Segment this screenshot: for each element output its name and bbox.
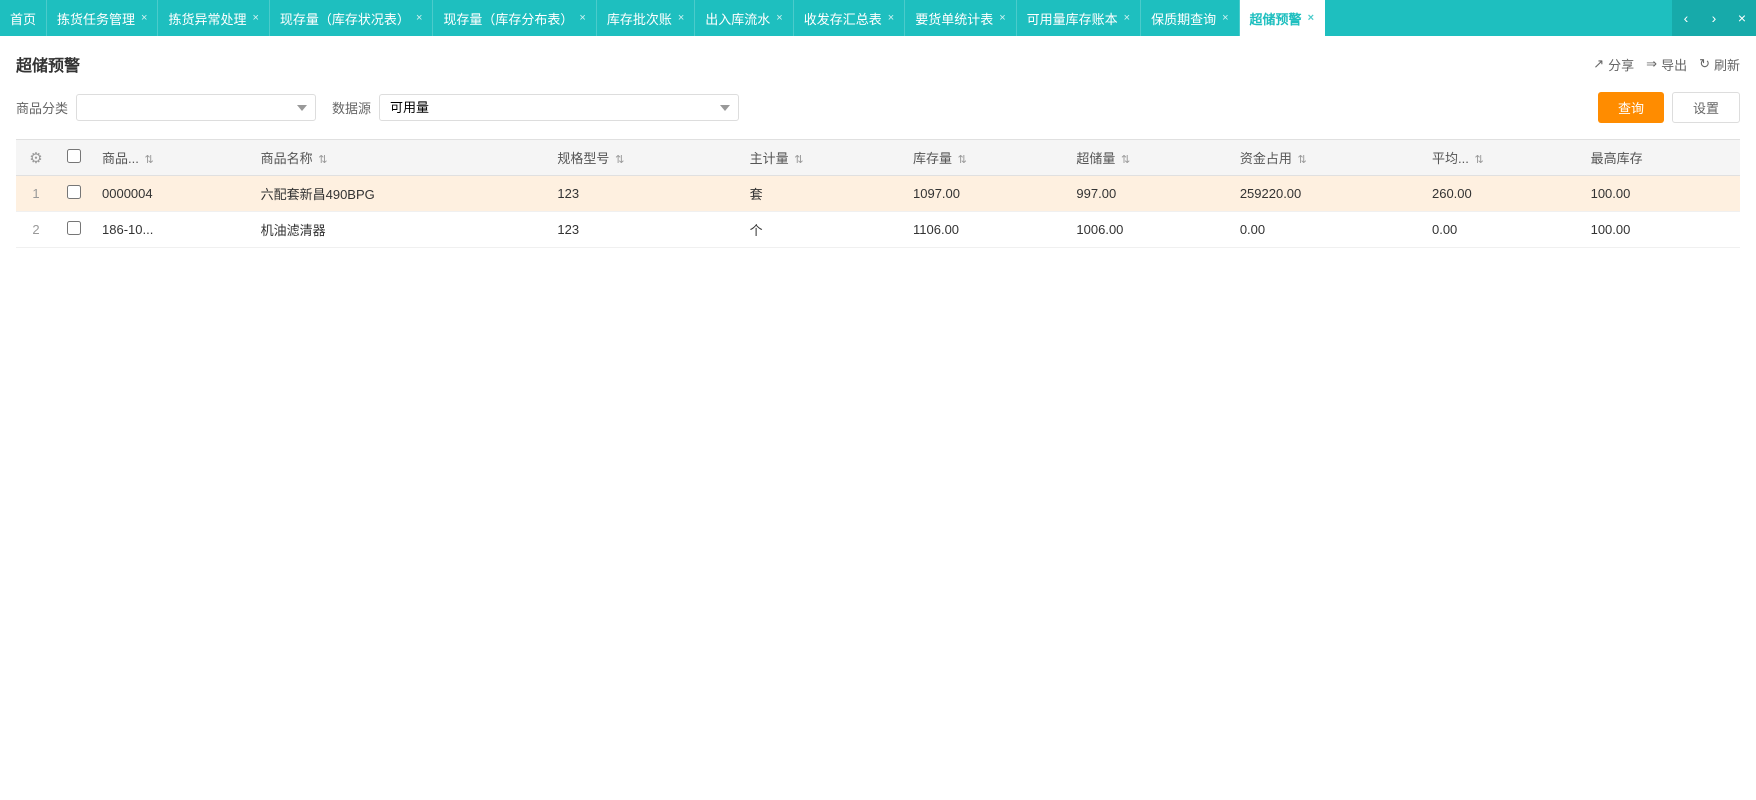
settings-button[interactable]: 设置 [1672, 92, 1740, 123]
table-row: 2 186-10... 机油滤清器 123 个 1106.00 1006.00 … [16, 212, 1740, 248]
row-num: 2 [16, 212, 56, 248]
tab-avail-stock[interactable]: 可用量库存账本 × [1017, 0, 1141, 36]
gear-icon[interactable]: ⚙ [29, 150, 42, 167]
close-icon[interactable]: × [1222, 12, 1228, 24]
close-icon[interactable]: × [1124, 12, 1130, 24]
query-button[interactable]: 查询 [1598, 92, 1664, 123]
sort-icon: ⇅ [1474, 154, 1483, 166]
header-actions: ↗ 分享 ⇒ 导出 ↻ 刷新 [1593, 55, 1740, 74]
tab-order-stat[interactable]: 要货单统计表 × [905, 0, 1016, 36]
cell-product-code: 0000004 [92, 176, 251, 212]
refresh-icon: ↻ [1699, 56, 1710, 72]
sort-icon: ⇅ [318, 154, 327, 166]
tab-overstock[interactable]: 超储预警 × [1240, 0, 1325, 36]
th-unit[interactable]: 主计量 ⇅ [740, 140, 903, 176]
th-product-name[interactable]: 商品名称 ⇅ [251, 140, 548, 176]
cell-stock: 1097.00 [903, 176, 1066, 212]
cell-avg: 260.00 [1422, 176, 1581, 212]
th-product-code[interactable]: 商品... ⇅ [92, 140, 251, 176]
th-overstock[interactable]: 超储量 ⇅ [1066, 140, 1229, 176]
close-icon[interactable]: × [999, 12, 1005, 24]
cell-spec: 123 [547, 212, 739, 248]
close-icon[interactable]: × [141, 12, 147, 24]
close-icon[interactable]: × [1308, 12, 1314, 24]
share-button[interactable]: ↗ 分享 [1593, 55, 1634, 74]
sort-icon: ⇅ [1297, 154, 1306, 166]
datasource-filter: 数据源 可用量 库存量 [332, 94, 739, 121]
close-icon[interactable]: × [579, 12, 585, 24]
cell-product-code: 186-10... [92, 212, 251, 248]
select-all-checkbox[interactable] [67, 149, 81, 163]
tab-batch[interactable]: 库存批次账 × [597, 0, 695, 36]
th-stock[interactable]: 库存量 ⇅ [903, 140, 1066, 176]
filter-actions: 查询 设置 [1598, 92, 1740, 123]
category-filter: 商品分类 [16, 94, 316, 121]
nav-next-button[interactable]: › [1700, 0, 1728, 36]
cell-capital: 0.00 [1230, 212, 1422, 248]
page-content: 超储预警 ↗ 分享 ⇒ 导出 ↻ 刷新 商品分类 数据源 [0, 36, 1756, 800]
cell-stock: 1106.00 [903, 212, 1066, 248]
data-table: ⚙ 商品... ⇅ 商品名称 ⇅ 规格型号 ⇅ 主计量 [16, 139, 1740, 248]
th-avg[interactable]: 平均... ⇅ [1422, 140, 1581, 176]
filter-bar: 商品分类 数据源 可用量 库存量 查询 设置 [16, 92, 1740, 123]
row-num: 1 [16, 176, 56, 212]
nav-arrows: ‹ › × [1672, 0, 1756, 36]
cell-overstock: 1006.00 [1066, 212, 1229, 248]
cell-max-stock: 100.00 [1581, 212, 1740, 248]
table-row: 1 0000004 六配套新昌490BPG 123 套 1097.00 997.… [16, 176, 1740, 212]
top-navigation: 首页 拣货任务管理 × 拣货异常处理 × 现存量（库存状况表） × 现存量（库存… [0, 0, 1756, 36]
export-icon: ⇒ [1646, 56, 1657, 72]
row-checkbox-cell [56, 176, 92, 212]
tab-expiry[interactable]: 保质期查询 × [1141, 0, 1239, 36]
th-capital[interactable]: 资金占用 ⇅ [1230, 140, 1422, 176]
row-checkbox[interactable] [67, 185, 81, 199]
th-checkbox [56, 140, 92, 176]
th-max-stock[interactable]: 最高库存 [1581, 140, 1740, 176]
tab-home[interactable]: 首页 [0, 0, 47, 36]
cell-spec: 123 [547, 176, 739, 212]
export-button[interactable]: ⇒ 导出 [1646, 55, 1687, 74]
th-settings: ⚙ [16, 140, 56, 176]
datasource-label: 数据源 [332, 98, 371, 117]
sort-icon: ⇅ [958, 154, 967, 166]
cell-avg: 0.00 [1422, 212, 1581, 248]
tab-task-mgmt[interactable]: 拣货任务管理 × [47, 0, 158, 36]
refresh-button[interactable]: ↻ 刷新 [1699, 55, 1740, 74]
cell-max-stock: 100.00 [1581, 176, 1740, 212]
page-header: 超储预警 ↗ 分享 ⇒ 导出 ↻ 刷新 [16, 52, 1740, 76]
tab-stock-dist[interactable]: 现存量（库存分布表） × [433, 0, 596, 36]
close-icon[interactable]: × [888, 12, 894, 24]
close-icon[interactable]: × [678, 12, 684, 24]
cell-product-name: 六配套新昌490BPG [251, 176, 548, 212]
cell-overstock: 997.00 [1066, 176, 1229, 212]
nav-close-button[interactable]: × [1728, 0, 1756, 36]
cell-unit: 个 [740, 212, 903, 248]
close-icon[interactable]: × [252, 12, 258, 24]
datasource-select[interactable]: 可用量 库存量 [379, 94, 739, 121]
sort-icon: ⇅ [794, 154, 803, 166]
category-label: 商品分类 [16, 98, 68, 117]
share-icon: ↗ [1593, 56, 1604, 72]
sort-icon: ⇅ [1121, 154, 1130, 166]
tab-abnormal[interactable]: 拣货异常处理 × [158, 0, 269, 36]
table-header: ⚙ 商品... ⇅ 商品名称 ⇅ 规格型号 ⇅ 主计量 [16, 140, 1740, 176]
cell-unit: 套 [740, 176, 903, 212]
sort-icon: ⇅ [144, 154, 153, 166]
row-checkbox[interactable] [67, 221, 81, 235]
tab-inout-flow[interactable]: 出入库流水 × [695, 0, 793, 36]
cell-capital: 259220.00 [1230, 176, 1422, 212]
row-checkbox-cell [56, 212, 92, 248]
close-icon[interactable]: × [776, 12, 782, 24]
table-body: 1 0000004 六配套新昌490BPG 123 套 1097.00 997.… [16, 176, 1740, 248]
category-select[interactable] [76, 94, 316, 121]
close-icon[interactable]: × [416, 12, 422, 24]
th-spec[interactable]: 规格型号 ⇅ [547, 140, 739, 176]
tab-stock-status[interactable]: 现存量（库存状况表） × [270, 0, 433, 36]
page-title: 超储预警 [16, 52, 80, 76]
nav-prev-button[interactable]: ‹ [1672, 0, 1700, 36]
cell-product-name: 机油滤清器 [251, 212, 548, 248]
sort-icon: ⇅ [615, 154, 624, 166]
tab-collect[interactable]: 收发存汇总表 × [794, 0, 905, 36]
